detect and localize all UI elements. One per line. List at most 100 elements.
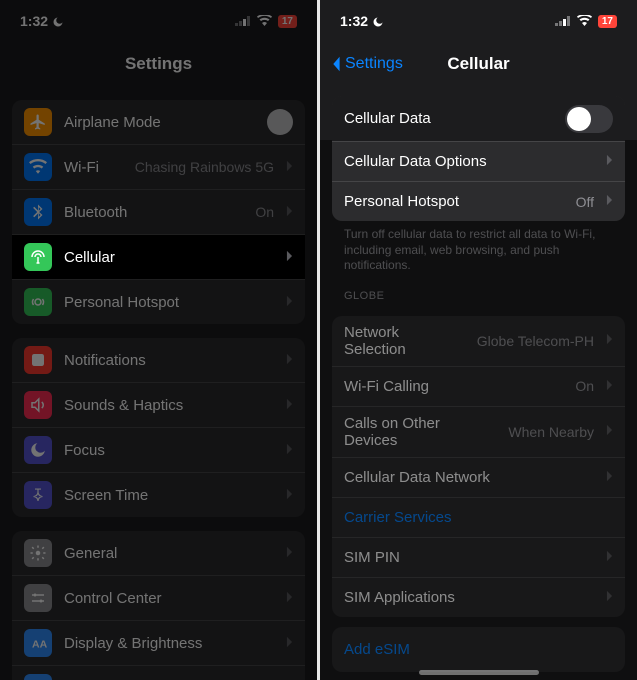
group-carrier: Network Selection Globe Telecom-PH Wi-Fi… <box>332 316 625 617</box>
sounds-icon <box>24 391 52 419</box>
row-carrier-services[interactable]: Carrier Services <box>332 497 625 537</box>
row-label: Cellular Data Options <box>344 153 594 170</box>
row-sim-applications[interactable]: SIM Applications <box>332 577 625 617</box>
row-network-selection[interactable]: Network Selection Globe Telecom-PH <box>332 316 625 366</box>
settings-screen: 1:32 17 Settings Airplane Mode <box>0 0 317 680</box>
chevron-right-icon <box>286 204 293 221</box>
row-label: Cellular Data <box>344 110 553 127</box>
chevron-right-icon <box>286 352 293 369</box>
bluetooth-icon <box>24 198 52 226</box>
chevron-right-icon <box>286 442 293 459</box>
status-bar: 1:32 17 <box>0 0 317 42</box>
cellular-screen: 1:32 17 Settings Cellular Cellular Data <box>320 0 637 680</box>
row-general[interactable]: General <box>12 531 305 575</box>
row-airplane-mode[interactable]: Airplane Mode <box>12 100 305 144</box>
chevron-right-icon <box>606 332 613 349</box>
row-sim-pin[interactable]: SIM PIN <box>332 537 625 577</box>
focus-icon <box>24 436 52 464</box>
svg-text:AA: AA <box>32 639 47 651</box>
chevron-right-icon <box>606 193 613 210</box>
cell-signal-icon <box>555 13 571 29</box>
row-display-brightness[interactable]: AA Display & Brightness <box>12 620 305 665</box>
row-home-screen[interactable]: Home Screen <box>12 665 305 680</box>
notifications-icon <box>24 346 52 374</box>
general-icon <box>24 539 52 567</box>
row-bluetooth[interactable]: Bluetooth On <box>12 189 305 234</box>
row-screen-time[interactable]: Screen Time <box>12 472 305 517</box>
back-label: Settings <box>345 55 403 73</box>
row-value: On <box>255 204 274 220</box>
row-label: Add eSIM <box>344 641 613 658</box>
row-label: Calls on Other Devices <box>344 415 496 449</box>
battery-percent: 17 <box>598 15 617 28</box>
hotspot-icon <box>24 288 52 316</box>
row-label: Wi-Fi <box>64 159 123 176</box>
row-label: Personal Hotspot <box>64 294 274 311</box>
row-cellular-data-network[interactable]: Cellular Data Network <box>332 457 625 497</box>
control-center-icon <box>24 584 52 612</box>
row-label: Airplane Mode <box>64 114 255 131</box>
row-sounds[interactable]: Sounds & Haptics <box>12 382 305 427</box>
group-cellular-data: Cellular Data Cellular Data Options Pers… <box>332 96 625 221</box>
row-label: Cellular <box>64 249 274 266</box>
section-header-globe: GLOBE <box>332 278 625 306</box>
row-wifi-calling[interactable]: Wi-Fi Calling On <box>332 366 625 406</box>
row-cellular-data-options[interactable]: Cellular Data Options <box>332 141 625 181</box>
chevron-right-icon <box>606 549 613 566</box>
row-value: Globe Telecom-PH <box>477 333 594 349</box>
row-cellular[interactable]: Cellular <box>12 234 305 279</box>
row-value: Chasing Rainbows 5G <box>135 159 274 175</box>
chevron-right-icon <box>606 153 613 170</box>
wifi-icon <box>24 153 52 181</box>
chevron-right-icon <box>606 589 613 606</box>
row-label: Carrier Services <box>344 509 613 526</box>
row-focus[interactable]: Focus <box>12 427 305 472</box>
back-button[interactable]: Settings <box>330 55 403 73</box>
chevron-right-icon <box>286 590 293 607</box>
wifi-status-icon <box>257 13 272 29</box>
row-label: Screen Time <box>64 487 274 504</box>
row-personal-hotspot[interactable]: Personal Hotspot <box>12 279 305 324</box>
display-icon: AA <box>24 629 52 657</box>
nav-bar: Settings Cellular <box>320 42 637 86</box>
row-label: Network Selection <box>344 324 465 358</box>
nav-title: Settings <box>125 54 192 74</box>
row-notifications[interactable]: Notifications <box>12 338 305 382</box>
nav-title: Cellular <box>447 54 509 74</box>
chevron-right-icon <box>286 159 293 176</box>
row-label: SIM PIN <box>344 549 594 566</box>
chevron-right-icon <box>606 423 613 440</box>
row-wifi[interactable]: Wi-Fi Chasing Rainbows 5G <box>12 144 305 189</box>
row-calls-other-devices[interactable]: Calls on Other Devices When Nearby <box>332 406 625 457</box>
row-control-center[interactable]: Control Center <box>12 575 305 620</box>
cell-signal-icon <box>235 13 251 29</box>
row-label: Control Center <box>64 590 274 607</box>
row-cellular-data[interactable]: Cellular Data <box>332 96 625 141</box>
airplane-icon <box>24 108 52 136</box>
row-label: Display & Brightness <box>64 635 274 652</box>
row-label: Wi-Fi Calling <box>344 378 563 395</box>
nav-bar: Settings <box>0 42 317 86</box>
home-indicator[interactable] <box>419 670 539 675</box>
airplane-toggle[interactable] <box>267 109 293 135</box>
row-label: Notifications <box>64 352 274 369</box>
row-add-esim[interactable]: Add eSIM <box>332 627 625 672</box>
chevron-right-icon <box>286 397 293 414</box>
row-label: Cellular Data Network <box>344 469 594 486</box>
cellular-data-toggle[interactable] <box>565 105 613 133</box>
chevron-right-icon <box>286 545 293 562</box>
row-value: Off <box>576 194 594 210</box>
cellular-data-footer: Turn off cellular data to restrict all d… <box>332 221 625 278</box>
chevron-right-icon <box>286 487 293 504</box>
group-add-esim: Add eSIM <box>332 627 625 672</box>
home-screen-icon <box>24 674 52 680</box>
screentime-icon <box>24 481 52 509</box>
status-bar: 1:32 17 <box>320 0 637 42</box>
chevron-right-icon <box>286 635 293 652</box>
chevron-right-icon <box>286 249 293 266</box>
row-value: On <box>575 378 594 394</box>
battery-percent: 17 <box>278 15 297 28</box>
row-label: SIM Applications <box>344 589 594 606</box>
wifi-status-icon <box>577 13 592 29</box>
row-personal-hotspot[interactable]: Personal Hotspot Off <box>332 181 625 221</box>
